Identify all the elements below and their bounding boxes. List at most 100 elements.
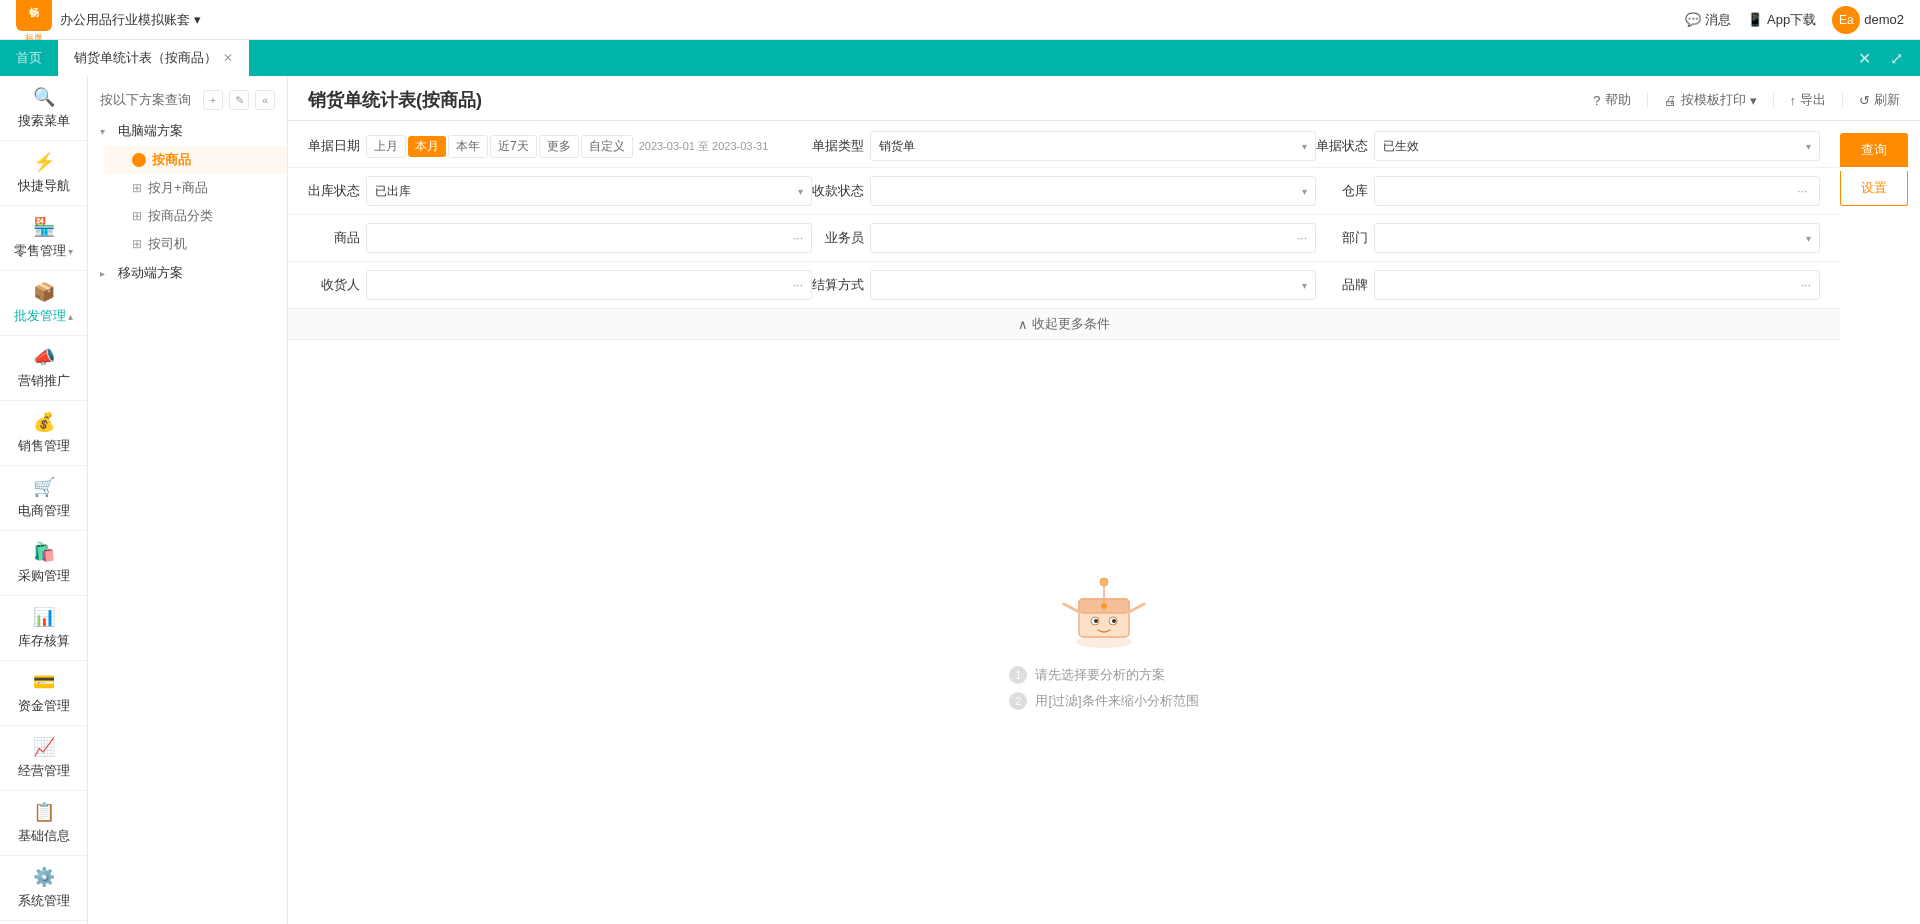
sales-icon: 💰 [33,411,55,433]
product-dots: ··· [793,231,803,245]
template-print-btn[interactable]: 🖨 按模板打印 ▾ [1664,91,1757,109]
sidebar-item-purchase-label: 采购管理 [18,567,70,585]
message-btn[interactable]: 💬 消息 [1685,11,1731,29]
sidebar-item-basic[interactable]: 📋 基础信息 [0,791,87,856]
date-btn-last-month[interactable]: 上月 [366,135,406,158]
user-profile[interactable]: Ea demo2 [1832,6,1904,34]
help-btn[interactable]: ? 帮助 [1593,91,1630,109]
date-btn-custom[interactable]: 自定义 [581,135,633,158]
collapse-panel-btn[interactable]: « [255,90,275,110]
filter-row-4: 收货人 ··· 结算方式 ▾ [288,262,1840,309]
brand-control[interactable]: ··· [1374,270,1820,300]
refresh-icon: ↺ [1859,93,1870,108]
salesperson-label: 业务员 [812,229,864,247]
help-label: 帮助 [1605,91,1631,109]
sidebar-item-sales[interactable]: 💰 销售管理 [0,401,87,466]
warehouse-control[interactable]: ··· [1374,176,1820,206]
app-download-btn[interactable]: 📱 App下载 [1747,11,1816,29]
receiver-control[interactable]: ··· [366,270,812,300]
dept-control[interactable]: ▾ [1374,223,1820,253]
dept-arrow: ▾ [1806,233,1811,244]
empty-tips: 1 请先选择要分析的方案 2 用[过滤]条件来缩小分析范围 [1009,666,1198,710]
tab-sales-stat[interactable]: 销货单统计表（按商品） ✕ [58,40,249,76]
collapse-bar[interactable]: ∧ 收起更多条件 [288,309,1840,340]
sidebar-item-search-menu-label: 搜索菜单 [18,112,70,130]
mobile-group-toggle[interactable]: ▸ 移动端方案 [88,258,287,288]
type-control[interactable]: 销货单 ▾ [870,131,1316,161]
desktop-group-toggle[interactable]: ▾ 电脑端方案 [88,116,287,146]
finance-icon: 💳 [33,671,55,693]
purchase-icon: 🛍️ [33,541,55,563]
settlement-control[interactable]: ▾ [870,270,1316,300]
topbar-right: 💬 消息 📱 App下载 Ea demo2 [1685,6,1904,34]
status-control[interactable]: 已生效 ▾ [1374,131,1820,161]
settings-btn[interactable]: 设置 [1840,171,1908,206]
svg-point-0 [1076,636,1132,648]
user-name: demo2 [1864,12,1904,27]
plan-by-month-product[interactable]: ⊞ 按月+商品 [104,174,287,202]
sidebar-item-system-label: 系统管理 [18,892,70,910]
warehouse-label: 仓库 [1316,182,1368,200]
filter-row-3: 商品 ··· 业务员 ··· [288,215,1840,262]
main-panel: 销货单统计表(按商品) ? 帮助 🖨 按模板打印 ▾ ↑ [288,76,1920,924]
app-selector[interactable]: 办公用品行业模拟账套 ▾ [60,11,201,29]
dept-label: 部门 [1316,229,1368,247]
desktop-group: ▾ 电脑端方案 按商品 ⊞ 按月+商品 ⊞ 按商品分类 [88,116,287,258]
expand-window-btn[interactable]: ⤢ [1884,46,1908,70]
marketing-icon: 📣 [33,346,55,368]
edit-plan-btn[interactable]: ✎ [229,90,249,110]
plan-by-category[interactable]: ⊞ 按商品分类 [104,202,287,230]
dept-filter-item: 部门 ▾ [1316,223,1820,253]
left-panel-header-text: 按以下方案查询 [100,91,191,109]
out-value: 已出库 [375,183,798,200]
settlement-arrow: ▾ [1302,280,1307,291]
sidebar-item-wholesale[interactable]: 📦 批发管理 ▴ [0,271,87,336]
sidebar-item-search-menu[interactable]: 🔍 搜索菜单 [0,76,87,141]
sidebar-item-system[interactable]: ⚙️ 系统管理 [0,856,87,921]
refresh-btn[interactable]: ↺ 刷新 [1859,91,1900,109]
sidebar-item-purchase[interactable]: 🛍️ 采购管理 [0,531,87,596]
sidebar-item-inventory[interactable]: 📊 库存核算 [0,596,87,661]
sidebar-item-ecommerce[interactable]: 🛒 电商管理 [0,466,87,531]
collect-control[interactable]: ▾ [870,176,1316,206]
plan-by-cashier[interactable]: ⊞ 按司机 [104,230,287,258]
add-plan-btn[interactable]: + [203,90,223,110]
close-window-btn[interactable]: ✕ [1852,46,1876,70]
sidebar-item-ecommerce-label: 电商管理 [18,502,70,520]
plan-by-product[interactable]: 按商品 [104,146,287,174]
help-icon: ? [1593,93,1600,108]
date-filter-item: 单据日期 上月 本月 本年 近7天 更多 自定义 2023-03-01 至 20… [308,135,812,158]
date-btn-7days[interactable]: 近7天 [490,135,537,158]
sidebar-item-ops[interactable]: 📈 经营管理 [0,726,87,791]
left-panel-actions: + ✎ « [203,90,275,110]
query-btn[interactable]: 查询 [1840,133,1908,167]
type-filter-item: 单据类型 销货单 ▾ [812,131,1316,161]
export-icon: ↑ [1790,93,1797,108]
inventory-icon: 📊 [33,606,55,628]
export-btn[interactable]: ↑ 导出 [1790,91,1827,109]
app-name: 办公用品行业模拟账套 [60,11,190,29]
tab-home-label: 首页 [16,49,42,67]
plan-by-month-product-label: 按月+商品 [148,179,208,197]
sidebar-item-quick-nav[interactable]: ⚡ 快捷导航 [0,141,87,206]
sidebar: 🔍 搜索菜单 ⚡ 快捷导航 🏪 零售管理 ▾ 📦 批发管理 ▴ 📣 营销推广 [0,76,88,924]
product-control[interactable]: ··· [366,223,812,253]
tab-close-icon[interactable]: ✕ [223,51,233,65]
date-btn-this-year[interactable]: 本年 [448,135,488,158]
sidebar-item-retail[interactable]: 🏪 零售管理 ▾ [0,206,87,271]
sidebar-item-finance[interactable]: 💳 资金管理 [0,661,87,726]
tip-text-1: 请先选择要分析的方案 [1035,666,1165,684]
settlement-filter-item: 结算方式 ▾ [812,270,1316,300]
message-icon: 💬 [1685,12,1701,27]
date-btn-more[interactable]: 更多 [539,135,579,158]
sidebar-item-marketing[interactable]: 📣 营销推广 [0,336,87,401]
left-panel-header: 按以下方案查询 + ✎ « [88,84,287,116]
status-label: 单据状态 [1316,137,1368,155]
salesperson-control[interactable]: ··· [870,223,1316,253]
retail-icon: 🏪 [33,216,55,238]
date-btn-this-month[interactable]: 本月 [408,136,446,157]
tab-home[interactable]: 首页 [0,40,58,76]
svg-point-9 [1094,619,1098,623]
filter-main: 单据日期 上月 本月 本年 近7天 更多 自定义 2023-03-01 至 20… [288,121,1920,340]
out-control[interactable]: 已出库 ▾ [366,176,812,206]
